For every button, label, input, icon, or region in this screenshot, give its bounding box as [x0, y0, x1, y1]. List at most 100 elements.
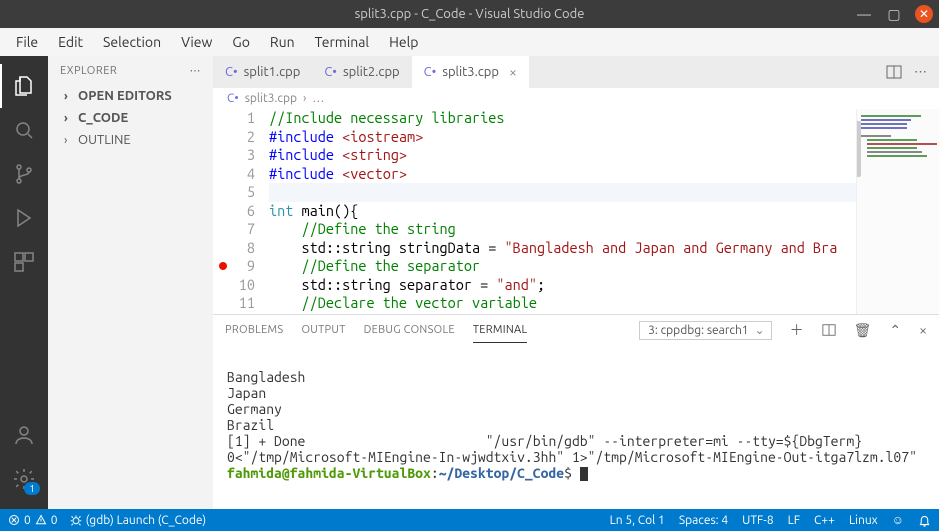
sidebar-item-label: OPEN EDITORS [78, 89, 172, 103]
play-bug-icon [12, 206, 36, 230]
menu-edit[interactable]: Edit [48, 30, 93, 54]
split-terminal-icon[interactable] [822, 323, 836, 337]
line-number: 8 [213, 239, 255, 258]
status-eol[interactable]: LF [788, 514, 800, 527]
cpp-file-icon: C• [225, 65, 238, 79]
line-number: 10 [213, 276, 255, 295]
menu-selection[interactable]: Selection [93, 30, 171, 54]
terminal-content[interactable]: Bangladesh Japan Germany Brazil [1] + Do… [213, 345, 939, 509]
menubar: File Edit Selection View Go Run Terminal… [0, 28, 939, 56]
breakpoint-icon[interactable] [219, 262, 227, 270]
menu-view[interactable]: View [171, 30, 222, 54]
code-editor[interactable]: 1234567891011 //Include necessary librar… [213, 109, 939, 314]
code-line[interactable]: //Declare the vector variable [269, 294, 939, 313]
line-number: 5 [213, 183, 255, 202]
tab-label: split1.cpp [244, 65, 301, 79]
cpp-file-icon: C• [424, 65, 437, 79]
minimap[interactable] [856, 109, 939, 314]
menu-go[interactable]: Go [222, 30, 259, 54]
status-launch[interactable]: (gdb) Launch (C_Code) [70, 514, 207, 527]
code-line[interactable]: #include <string> [269, 146, 939, 165]
account-icon [12, 423, 36, 447]
menu-terminal[interactable]: Terminal [305, 30, 380, 54]
menu-help[interactable]: Help [379, 30, 428, 54]
panel-tab-output[interactable]: OUTPUT [301, 318, 345, 342]
code-content[interactable]: //Include necessary libraries#include <i… [269, 109, 939, 314]
code-line[interactable]: #include <vector> [269, 165, 939, 184]
status-bell-icon[interactable] [918, 514, 931, 527]
panel-tab-problems[interactable]: PROBLEMS [225, 318, 283, 342]
tab-split1[interactable]: C• split1.cpp [213, 56, 312, 88]
code-line[interactable]: //Define the string [269, 220, 939, 239]
panel-maximize-icon[interactable]: ⌃ [889, 322, 901, 339]
tab-label: split2.cpp [343, 65, 400, 79]
error-icon [8, 514, 20, 526]
activity-search[interactable] [0, 108, 48, 152]
line-number: 7 [213, 220, 255, 239]
activity-extensions[interactable] [0, 240, 48, 284]
minimap-slider[interactable] [856, 121, 861, 177]
code-line[interactable]: //Define the separator [269, 257, 939, 276]
activity-settings[interactable]: 1 [0, 457, 48, 501]
bug-icon [70, 514, 82, 526]
minimize-button[interactable]: — [855, 5, 873, 23]
activity-source-control[interactable] [0, 152, 48, 196]
window-title: split3.cpp - C_Code - Visual Studio Code [355, 7, 585, 21]
warning-icon [35, 514, 47, 526]
menu-file[interactable]: File [6, 30, 48, 54]
titlebar: split3.cpp - C_Code - Visual Studio Code… [0, 0, 939, 28]
panel-tab-debug[interactable]: DEBUG CONSOLE [364, 318, 455, 342]
activity-run-debug[interactable] [0, 196, 48, 240]
status-lang[interactable]: C++ [814, 514, 835, 527]
activity-accounts[interactable] [0, 413, 48, 457]
search-icon [12, 118, 36, 142]
tab-split3[interactable]: C• split3.cpp × [412, 56, 529, 88]
sidebar-item-open-editors[interactable]: › OPEN EDITORS [48, 85, 213, 107]
panel-close-icon[interactable]: × [919, 322, 927, 338]
code-line[interactable]: //Include necessary libraries [269, 109, 939, 128]
line-number: 6 [213, 202, 255, 221]
close-tab-icon[interactable]: × [509, 64, 517, 80]
breadcrumb-file: split3.cpp [245, 92, 297, 105]
status-feedback-icon[interactable]: ☺ [892, 513, 904, 527]
sidebar-item-label: OUTLINE [78, 133, 131, 147]
tab-split2[interactable]: C• split2.cpp [312, 56, 411, 88]
terminal-selector[interactable]: 3: cppdbg: search1 [639, 321, 771, 340]
split-editor-icon[interactable] [886, 64, 902, 80]
line-number: 2 [213, 128, 255, 147]
maximize-button[interactable]: ▢ [885, 5, 903, 23]
code-line[interactable]: #include <iostream> [269, 128, 939, 147]
sidebar-title: EXPLORER [60, 65, 117, 77]
breadcrumb[interactable]: C• split3.cpp › … [213, 88, 939, 109]
status-ln-col[interactable]: Ln 5, Col 1 [610, 514, 665, 527]
status-spaces[interactable]: Spaces: 4 [679, 514, 728, 527]
chevron-right-icon: › [64, 90, 74, 103]
new-terminal-icon[interactable]: ＋ [790, 320, 804, 340]
panel: PROBLEMS OUTPUT DEBUG CONSOLE TERMINAL 3… [213, 314, 939, 509]
activity-bar: 1 [0, 56, 48, 509]
breadcrumb-more: … [312, 92, 324, 105]
close-button[interactable]: ✕ [915, 5, 933, 23]
kill-terminal-icon[interactable]: 🗑 [854, 322, 872, 339]
sidebar-more-icon[interactable]: ⋯ [190, 64, 202, 77]
line-number: 3 [213, 146, 255, 165]
status-errors[interactable]: 0 0 [8, 514, 58, 527]
editor-more-icon[interactable]: ⋯ [914, 65, 927, 80]
code-line[interactable]: std::string stringData = "Bangladesh and… [269, 239, 939, 258]
chevron-right-icon: › [64, 112, 74, 125]
status-bar: 0 0 (gdb) Launch (C_Code) Ln 5, Col 1 Sp… [0, 509, 939, 531]
status-os[interactable]: Linux [849, 514, 878, 527]
terminal-prompt[interactable]: fahmida@fahmida-VirtualBox:~/Desktop/C_C… [227, 465, 588, 481]
editor-area: C• split1.cpp C• split2.cpp C• split3.cp… [213, 56, 939, 509]
settings-badge: 1 [24, 482, 40, 495]
menu-run[interactable]: Run [260, 30, 305, 54]
code-line[interactable]: int main(){ [269, 202, 939, 221]
activity-explorer[interactable] [0, 64, 48, 108]
sidebar-item-folder[interactable]: › C_CODE [48, 107, 213, 129]
code-line[interactable] [269, 183, 939, 202]
panel-tab-terminal[interactable]: TERMINAL [473, 318, 528, 343]
status-encoding[interactable]: UTF-8 [742, 514, 773, 527]
sidebar-item-outline[interactable]: › OUTLINE [48, 129, 213, 151]
code-line[interactable]: std::string separator = "and"; [269, 276, 939, 295]
sidebar-item-label: C_CODE [78, 111, 128, 125]
